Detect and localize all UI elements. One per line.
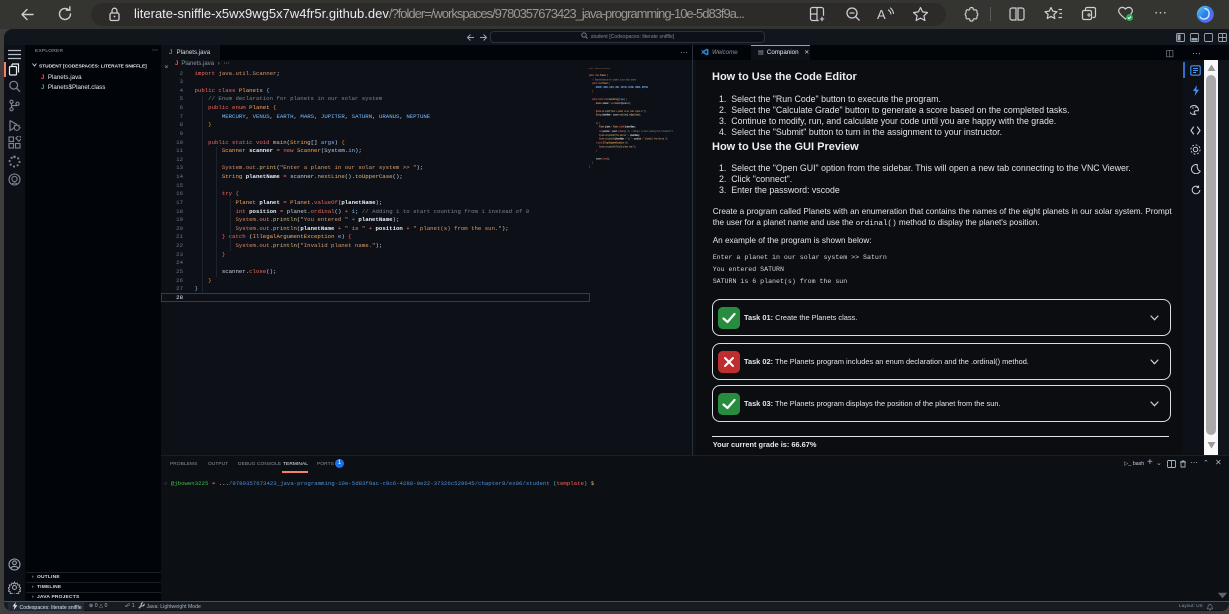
svg-text:A: A	[877, 7, 886, 22]
